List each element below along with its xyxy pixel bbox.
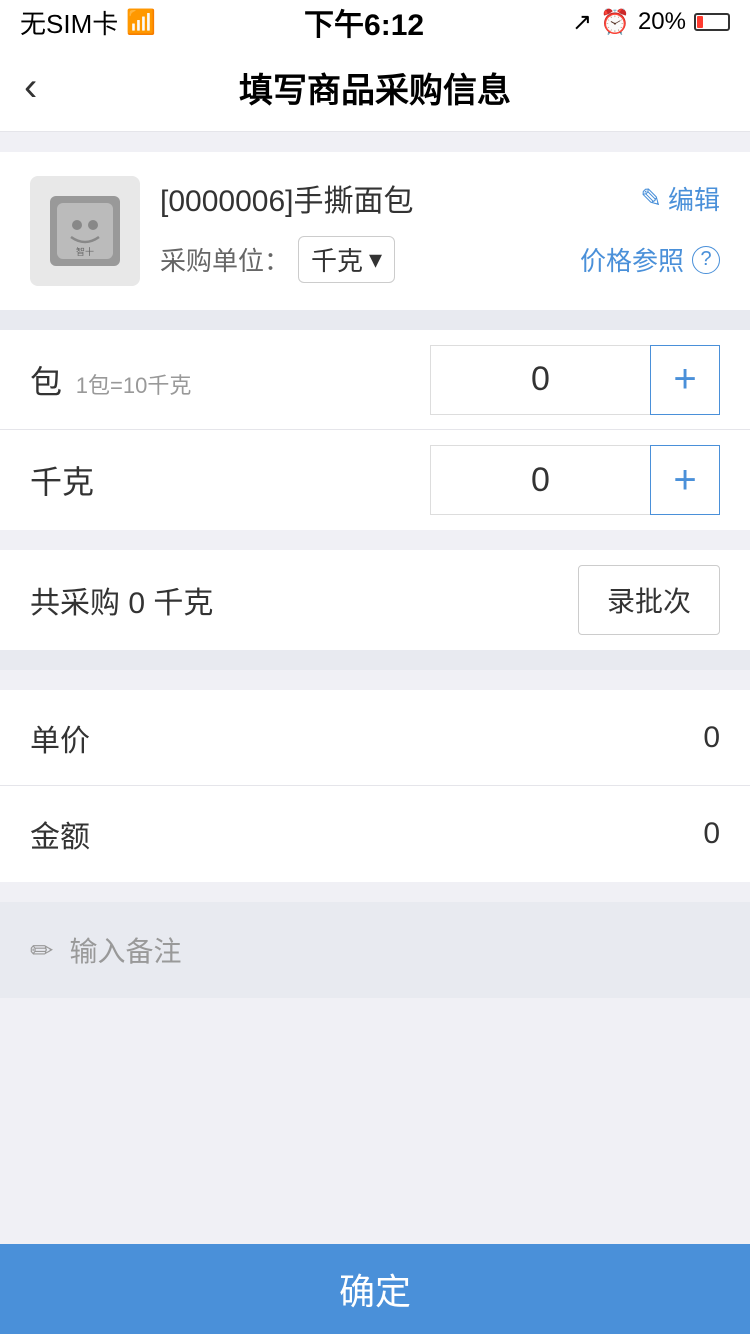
price-ref-label: 价格参照 (580, 241, 684, 278)
edit-icon: ✎ (640, 183, 662, 214)
unit-value: 千克 (311, 241, 363, 278)
unit-price-label: 单价 (30, 716, 90, 760)
unit-label: 采购单位： (160, 241, 290, 278)
back-button[interactable]: ‹ (24, 65, 37, 110)
battery-percent: 20% (638, 8, 686, 36)
content-spacer (0, 998, 750, 1278)
carrier-label: 无SIM卡 (20, 4, 118, 41)
amount-value: 0 (703, 817, 720, 851)
remark-placeholder[interactable]: 输入备注 (69, 930, 181, 970)
kg-plus-button[interactable]: + (650, 445, 720, 515)
unit-dropdown[interactable]: 千克 ▾ (298, 236, 395, 283)
location-icon: ↗ (572, 8, 592, 37)
bao-label: 包 (30, 364, 62, 400)
bao-plus-button[interactable]: + (650, 345, 720, 415)
page-title: 填写商品采购信息 (239, 63, 511, 112)
status-time: 下午6:12 (304, 0, 424, 44)
pencil-icon: ✏ (30, 934, 53, 967)
nav-bar: ‹ 填写商品采购信息 (0, 44, 750, 132)
edit-label: 编辑 (668, 180, 720, 217)
product-full-name: [0000006]手撕面包 (160, 176, 413, 220)
status-left: 无SIM卡 📶 (20, 4, 156, 41)
product-info: [0000006]手撕面包 ✎ 编辑 采购单位： 千克 ▾ 价格参照 ? (160, 176, 720, 283)
status-bar: 无SIM卡 📶 下午6:12 ↗ ⏰ 20% (0, 0, 750, 44)
price-info-section: 单价 0 金额 0 (0, 690, 750, 882)
section-divider-2 (0, 650, 750, 670)
battery-indicator (694, 13, 730, 31)
product-thumbnail: 智十 (30, 176, 140, 286)
confirm-button[interactable]: 确定 (0, 1244, 750, 1334)
product-logo-svg: 智十 (57, 203, 113, 259)
product-thumb-logo: 智十 (50, 196, 120, 266)
section-divider-1 (0, 310, 750, 330)
bao-label-group: 包 1包=10千克 (30, 357, 191, 403)
price-ref-help-icon[interactable]: ? (692, 246, 720, 274)
kg-input-control: + (430, 445, 720, 515)
batch-record-button[interactable]: 录批次 (578, 565, 720, 635)
battery-bar (694, 13, 730, 31)
alarm-icon: ⏰ (600, 8, 630, 37)
bao-sub-label: 1包=10千克 (76, 373, 192, 398)
battery-fill (697, 16, 703, 28)
svg-text:智十: 智十 (76, 246, 94, 257)
edit-button[interactable]: ✎ 编辑 (640, 180, 720, 217)
unit-price-value: 0 (703, 721, 720, 755)
price-ref-button[interactable]: 价格参照 ? (580, 241, 720, 278)
summary-row: 共采购 0 千克 录批次 (0, 550, 750, 650)
status-right: ↗ ⏰ 20% (572, 8, 730, 37)
amount-row: 金额 0 (0, 786, 750, 882)
bao-quantity-input[interactable] (430, 345, 650, 415)
summary-text: 共采购 0 千克 (30, 578, 213, 622)
product-card: 智十 [0000006]手撕面包 ✎ 编辑 采购单位： 千克 ▾ 价格参照 ? (0, 152, 750, 310)
product-name-row: [0000006]手撕面包 ✎ 编辑 (160, 176, 720, 220)
quantity-kg-row: 千克 + (0, 430, 750, 530)
amount-label: 金额 (30, 812, 90, 856)
kg-quantity-input[interactable] (430, 445, 650, 515)
quantity-section: 包 1包=10千克 + 千克 + (0, 330, 750, 530)
quantity-bao-row: 包 1包=10千克 + (0, 330, 750, 430)
unit-row: 采购单位： 千克 ▾ 价格参照 ? (160, 236, 720, 283)
unit-selector-group: 采购单位： 千克 ▾ (160, 236, 395, 283)
unit-price-row: 单价 0 (0, 690, 750, 786)
wifi-icon: 📶 (126, 8, 156, 37)
kg-label: 千克 (30, 457, 94, 503)
dropdown-icon: ▾ (369, 244, 382, 275)
remark-section: ✏ 输入备注 (0, 902, 750, 998)
bao-input-control: + (430, 345, 720, 415)
